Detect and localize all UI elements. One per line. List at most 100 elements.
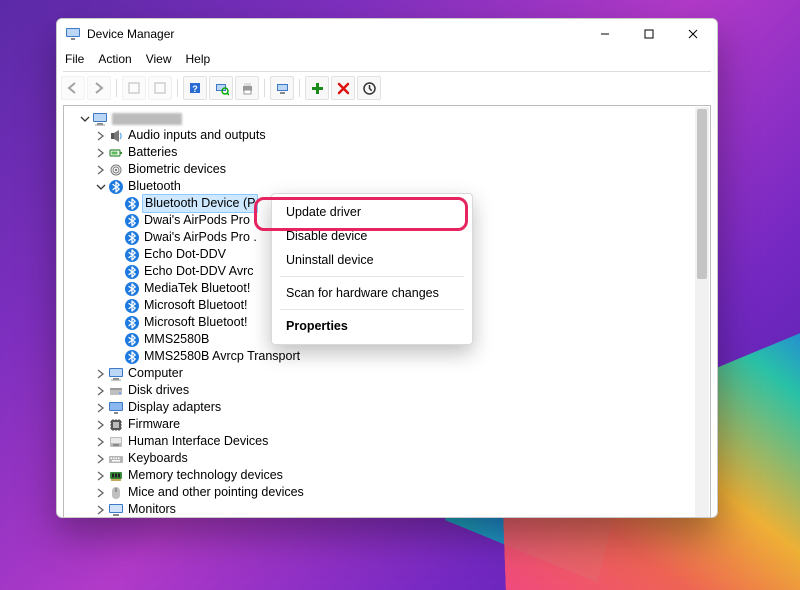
menubar: File Action View Help xyxy=(57,49,717,69)
tree-child-label: Microsoft Bluetoot! xyxy=(144,297,248,314)
caret-right-icon[interactable] xyxy=(96,148,106,158)
caret-right-icon[interactable] xyxy=(96,403,106,413)
bluetooth-icon xyxy=(124,315,140,331)
context-menu-item-label: Scan for hardware changes xyxy=(286,286,439,300)
caret-right-icon[interactable] xyxy=(96,505,106,515)
tree-child-label: MediaTek Bluetoot! xyxy=(144,280,250,297)
tree-item[interactable]: Firmware xyxy=(68,416,710,433)
context-menu-item[interactable]: Scan for hardware changes xyxy=(272,281,472,305)
tree-item-label: Keyboards xyxy=(128,450,188,467)
computer-icon xyxy=(92,111,108,127)
tree-item[interactable]: Display adapters xyxy=(68,399,710,416)
toolbar-monitor-button[interactable] xyxy=(270,76,294,100)
caret-right-icon[interactable] xyxy=(96,454,106,464)
toolbar-enable-button[interactable] xyxy=(305,76,329,100)
context-menu-item-label: Update driver xyxy=(286,205,361,219)
tree-item[interactable]: Disk drives xyxy=(68,382,710,399)
app-icon xyxy=(65,26,81,42)
tree-item[interactable]: Computer xyxy=(68,365,710,382)
monitor-icon xyxy=(108,502,124,518)
scrollbar-thumb[interactable] xyxy=(697,109,707,279)
fingerprint-icon xyxy=(108,162,124,178)
caret-right-icon[interactable] xyxy=(96,420,106,430)
mouse-icon xyxy=(108,485,124,501)
caret-down-icon[interactable] xyxy=(80,114,90,124)
toolbar-update-button[interactable] xyxy=(357,76,381,100)
caret-right-icon[interactable] xyxy=(96,386,106,396)
tree-item[interactable]: Keyboards xyxy=(68,450,710,467)
tree-item[interactable]: Biometric devices xyxy=(68,161,710,178)
tree-item-label: Audio inputs and outputs xyxy=(128,127,266,144)
tree-item[interactable]: Audio inputs and outputs xyxy=(68,127,710,144)
context-menu-separator xyxy=(280,276,464,277)
bluetooth-icon xyxy=(124,230,140,246)
bluetooth-icon xyxy=(124,213,140,229)
bluetooth-icon xyxy=(124,281,140,297)
tree-child-label: Dwai's AirPods Pro . xyxy=(144,229,257,246)
vertical-scrollbar[interactable] xyxy=(695,107,709,518)
caret-right-icon[interactable] xyxy=(96,165,106,175)
menu-file[interactable]: File xyxy=(65,52,84,66)
menu-help[interactable]: Help xyxy=(186,52,211,66)
caret-right-icon[interactable] xyxy=(96,437,106,447)
bluetooth-icon xyxy=(124,264,140,280)
memory-icon xyxy=(108,468,124,484)
caret-right-icon[interactable] xyxy=(96,131,106,141)
tree-item[interactable]: Human Interface Devices xyxy=(68,433,710,450)
tree-item-label: Disk drives xyxy=(128,382,189,399)
tree-item-label: Memory technology devices xyxy=(128,467,283,484)
tree-child-label: Echo Dot-DDV Avrc xyxy=(144,263,254,280)
tree-item[interactable]: Mice and other pointing devices xyxy=(68,484,710,501)
bluetooth-icon xyxy=(124,247,140,263)
menu-view[interactable]: View xyxy=(146,52,172,66)
toolbar-help-button[interactable] xyxy=(183,76,207,100)
tree-item-label: Mice and other pointing devices xyxy=(128,484,304,501)
context-menu-item[interactable]: Disable device xyxy=(272,224,472,248)
bluetooth-icon xyxy=(124,332,140,348)
tree-item-label: Firmware xyxy=(128,416,180,433)
bluetooth-icon xyxy=(124,349,140,365)
toolbar-print-button[interactable] xyxy=(235,76,259,100)
root-label xyxy=(112,113,182,125)
speaker-icon xyxy=(108,128,124,144)
minimize-button[interactable] xyxy=(583,19,627,49)
keyboard-icon xyxy=(108,451,124,467)
caret-right-icon[interactable] xyxy=(96,471,106,481)
tree-item-label: Biometric devices xyxy=(128,161,226,178)
tree-child-label: Echo Dot-DDV xyxy=(144,246,226,263)
menu-action[interactable]: Action xyxy=(98,52,131,66)
toolbar-properties-button[interactable] xyxy=(148,76,172,100)
context-menu-item[interactable]: Uninstall device xyxy=(272,248,472,272)
tree-item-label: Monitors xyxy=(128,501,176,518)
context-menu-item[interactable]: Update driver xyxy=(272,200,472,224)
toolbar-uninstall-button[interactable] xyxy=(331,76,355,100)
titlebar[interactable]: Device Manager xyxy=(57,19,717,49)
context-menu-separator xyxy=(280,309,464,310)
tree-item[interactable]: Batteries xyxy=(68,144,710,161)
caret-down-icon[interactable] xyxy=(96,182,106,192)
tree-item-label: Bluetooth xyxy=(128,178,181,195)
maximize-button[interactable] xyxy=(627,19,671,49)
disk-icon xyxy=(108,383,124,399)
tree-item[interactable]: Monitors xyxy=(68,501,710,518)
tree-item-label: Batteries xyxy=(128,144,177,161)
tree-root[interactable] xyxy=(68,110,710,127)
caret-right-icon[interactable] xyxy=(96,488,106,498)
context-menu: Update driver Disable device Uninstall d… xyxy=(271,193,473,345)
tree-child-label: Microsoft Bluetoot! xyxy=(144,314,248,331)
tree-child-label: Bluetooth Device (P xyxy=(142,194,258,213)
tree-child-label: Dwai's AirPods Pro xyxy=(144,212,250,229)
toolbar-scan-button[interactable] xyxy=(209,76,233,100)
toolbar xyxy=(57,74,717,102)
tree-child-item[interactable]: MMS2580B Avrcp Transport xyxy=(68,348,710,365)
context-menu-item[interactable]: Properties xyxy=(272,314,472,338)
toolbar-show-hide-button[interactable] xyxy=(122,76,146,100)
bluetooth-icon xyxy=(124,298,140,314)
device-manager-window: Device Manager File Action View Help xyxy=(56,18,718,518)
close-button[interactable] xyxy=(671,19,715,49)
tree-item[interactable]: Memory technology devices xyxy=(68,467,710,484)
toolbar-back-button[interactable] xyxy=(61,76,85,100)
caret-right-icon[interactable] xyxy=(96,369,106,379)
tree-child-label: MMS2580B Avrcp Transport xyxy=(144,348,300,365)
toolbar-forward-button[interactable] xyxy=(87,76,111,100)
